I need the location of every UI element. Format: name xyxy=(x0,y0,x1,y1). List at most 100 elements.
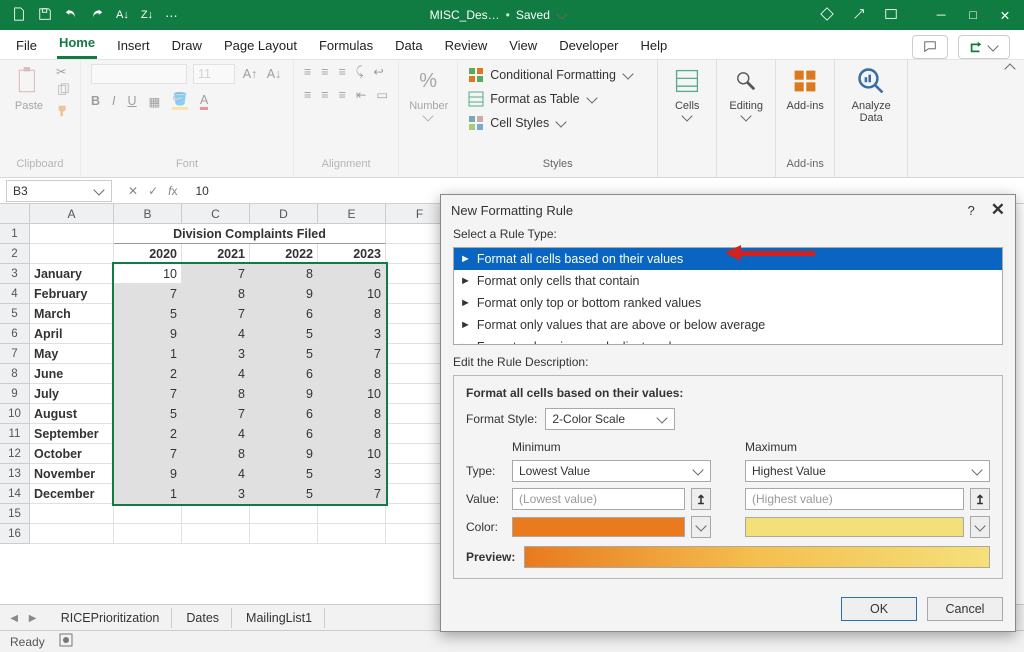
conditional-formatting-button[interactable]: Conditional Formatting xyxy=(468,64,634,86)
sheet-nav-prev-icon[interactable]: ◄ xyxy=(8,611,20,625)
cell[interactable]: 8 xyxy=(318,424,386,444)
cell[interactable] xyxy=(114,504,182,524)
cell[interactable]: September xyxy=(30,424,114,444)
name-box[interactable]: B3 xyxy=(6,180,112,202)
cell[interactable]: March xyxy=(30,304,114,324)
border-icon[interactable]: ▦ xyxy=(149,94,161,109)
cell[interactable]: 8 xyxy=(250,264,318,284)
addins-button[interactable]: Add-ins xyxy=(786,64,824,112)
cell[interactable] xyxy=(250,504,318,524)
copy-icon[interactable] xyxy=(56,83,70,100)
cell[interactable] xyxy=(318,524,386,544)
cell[interactable]: 5 xyxy=(250,464,318,484)
italic-button[interactable]: I xyxy=(112,94,115,108)
min-type-combo[interactable]: Lowest Value xyxy=(512,460,711,482)
fill-color-icon[interactable]: 🪣 xyxy=(172,92,188,110)
cell[interactable]: 4 xyxy=(182,464,250,484)
tab-insert[interactable]: Insert xyxy=(115,32,152,59)
dialog-help-button[interactable]: ? xyxy=(968,203,975,218)
dialog-close-button[interactable]: ✕ xyxy=(991,200,1005,220)
row-header[interactable]: 11 xyxy=(0,424,30,444)
sheet-tab[interactable]: Dates xyxy=(174,608,232,628)
cell[interactable] xyxy=(30,224,114,244)
cell[interactable]: April xyxy=(30,324,114,344)
cell[interactable]: 10 xyxy=(318,284,386,304)
cell[interactable]: 5 xyxy=(250,344,318,364)
align-bottom-icon[interactable]: ≡ xyxy=(339,65,346,79)
cell[interactable]: 9 xyxy=(250,444,318,464)
cell[interactable]: July xyxy=(30,384,114,404)
cell[interactable]: 2 xyxy=(114,424,182,444)
cell[interactable]: June xyxy=(30,364,114,384)
ok-button[interactable]: OK xyxy=(841,597,917,621)
underline-button[interactable]: U xyxy=(128,94,137,108)
cell[interactable] xyxy=(182,524,250,544)
cell[interactable]: 9 xyxy=(114,464,182,484)
number-format-button[interactable]: % Number xyxy=(409,64,447,125)
cell[interactable]: 10 xyxy=(114,264,182,284)
cell[interactable]: 6 xyxy=(250,424,318,444)
chevron-down-icon[interactable] xyxy=(556,8,567,19)
cell[interactable]: 2022 xyxy=(250,244,318,264)
row-header[interactable]: 8 xyxy=(0,364,30,384)
touch-mode-icon[interactable] xyxy=(852,7,866,24)
row-header[interactable]: 15 xyxy=(0,504,30,524)
editing-button[interactable]: Editing xyxy=(727,64,765,125)
orientation-icon[interactable]: ⤹ xyxy=(356,64,364,79)
enter-formula-icon[interactable]: ✓ xyxy=(148,184,158,198)
cell[interactable]: 4 xyxy=(182,324,250,344)
max-value-input[interactable]: (Highest value) xyxy=(745,488,964,510)
share-button[interactable] xyxy=(958,35,1010,59)
cell[interactable]: May xyxy=(30,344,114,364)
cell[interactable]: 9 xyxy=(114,324,182,344)
collapse-ribbon-icon[interactable] xyxy=(996,60,1024,177)
bold-button[interactable]: B xyxy=(91,94,100,108)
cells-button[interactable]: Cells xyxy=(668,64,706,125)
row-header[interactable]: 7 xyxy=(0,344,30,364)
cell[interactable]: 2 xyxy=(114,364,182,384)
row-header[interactable]: 2 xyxy=(0,244,30,264)
decrease-indent-icon[interactable]: ⇤ xyxy=(356,87,366,102)
cell[interactable]: 7 xyxy=(114,284,182,304)
max-color-picker[interactable] xyxy=(745,517,964,537)
column-header[interactable]: C xyxy=(182,204,250,224)
cell[interactable]: 3 xyxy=(182,344,250,364)
font-size-combo[interactable]: 11 xyxy=(193,64,235,84)
tab-help[interactable]: Help xyxy=(638,32,669,59)
min-value-input[interactable]: (Lowest value) xyxy=(512,488,685,510)
format-style-combo[interactable]: 2-Color Scale xyxy=(545,408,675,430)
cell[interactable]: 2023 xyxy=(318,244,386,264)
sheet-tab[interactable]: RICEPrioritization xyxy=(49,608,173,628)
row-header[interactable]: 9 xyxy=(0,384,30,404)
fx-icon[interactable]: fx xyxy=(168,184,177,198)
redo-icon[interactable] xyxy=(90,7,104,24)
row-header[interactable]: 6 xyxy=(0,324,30,344)
cell[interactable]: 4 xyxy=(182,424,250,444)
decrease-font-icon[interactable]: A↓ xyxy=(265,65,283,83)
cell[interactable]: 3 xyxy=(182,484,250,504)
min-value-range-picker[interactable]: ↥ xyxy=(691,488,711,510)
cell[interactable]: 9 xyxy=(250,284,318,304)
font-name-combo[interactable] xyxy=(91,64,187,84)
cell[interactable] xyxy=(182,504,250,524)
row-header[interactable]: 12 xyxy=(0,444,30,464)
cell[interactable]: 8 xyxy=(182,284,250,304)
cell[interactable]: 8 xyxy=(318,364,386,384)
align-top-icon[interactable]: ≡ xyxy=(304,65,311,79)
column-header[interactable]: D xyxy=(250,204,318,224)
cell[interactable]: 7 xyxy=(182,404,250,424)
cell[interactable]: 6 xyxy=(250,364,318,384)
cell[interactable]: 7 xyxy=(318,484,386,504)
row-header[interactable]: 16 xyxy=(0,524,30,544)
cancel-formula-icon[interactable]: ✕ xyxy=(128,184,138,198)
cell[interactable]: 1 xyxy=(114,484,182,504)
undo-icon[interactable] xyxy=(64,7,78,24)
cell[interactable]: November xyxy=(30,464,114,484)
analyze-data-button[interactable]: Analyze Data xyxy=(845,64,897,124)
cell[interactable] xyxy=(30,524,114,544)
cell[interactable] xyxy=(114,524,182,544)
cell[interactable]: 6 xyxy=(250,404,318,424)
cell[interactable]: 3 xyxy=(318,464,386,484)
align-middle-icon[interactable]: ≡ xyxy=(321,65,328,79)
wrap-text-icon[interactable]: ↩ xyxy=(373,64,383,79)
